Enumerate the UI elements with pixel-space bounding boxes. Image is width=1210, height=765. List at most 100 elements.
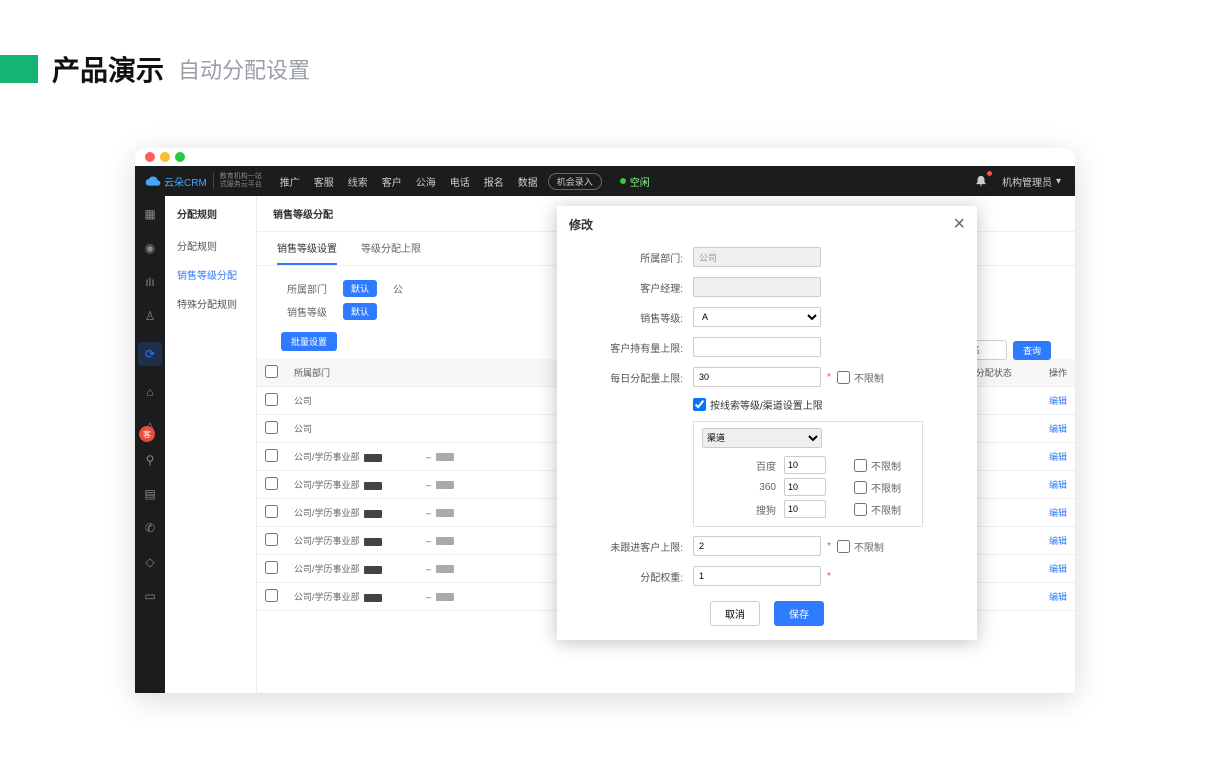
filter-dept-default-chip[interactable]: 默认 — [343, 280, 377, 297]
manager-input — [693, 277, 821, 297]
weight-input[interactable] — [693, 566, 821, 586]
filter-level-default-chip[interactable]: 默认 — [343, 303, 377, 320]
dashboard-icon[interactable]: ▦ — [142, 206, 158, 222]
edit-link[interactable]: 编辑 — [1049, 452, 1067, 462]
nav-item[interactable]: 公海 — [416, 174, 436, 189]
channel-row: 搜狗不限制 — [702, 498, 914, 520]
channel-box: 渠道 百度不限制360不限制搜狗不限制 — [693, 421, 923, 527]
daily-unlimited-checkbox[interactable]: 不限制 — [837, 370, 884, 385]
notification-badge[interactable]: 客 — [139, 426, 155, 442]
row-checkbox[interactable] — [265, 589, 278, 602]
unfollow-unlimited-checkbox[interactable]: 不限制 — [837, 539, 884, 554]
modal-header: 修改 × — [557, 206, 977, 242]
row-checkbox[interactable] — [265, 505, 278, 518]
nav-item[interactable]: 客户 — [382, 174, 402, 189]
search-button[interactable]: 查询 — [1013, 341, 1051, 360]
stats-icon[interactable]: ılı — [142, 274, 158, 290]
phone-icon[interactable]: ✆ — [142, 520, 158, 536]
daily-input[interactable] — [693, 367, 821, 387]
weight-label: 分配权重: — [575, 569, 683, 584]
level-label: 销售等级: — [575, 310, 683, 325]
logo-text: 云朵CRM — [164, 174, 207, 189]
nav-item[interactable]: 客服 — [314, 174, 334, 189]
save-button[interactable]: 保存 — [774, 601, 824, 626]
bell-icon[interactable] — [974, 173, 988, 190]
edit-link[interactable]: 编辑 — [1049, 536, 1067, 546]
logo[interactable]: 云朵CRM 教育机构一站式服务云平台 — [135, 173, 272, 189]
topnav: 云朵CRM 教育机构一站式服务云平台 推广 客服 线索 客户 公海 电话 报名 … — [135, 166, 1075, 196]
nav-item[interactable]: 线索 — [348, 174, 368, 189]
edit-link[interactable]: 编辑 — [1049, 480, 1067, 490]
tag-icon[interactable]: ◇ — [142, 554, 158, 570]
required-icon: * — [827, 571, 831, 582]
level-select[interactable]: A — [693, 307, 821, 327]
icon-rail: ▦ ◉ ılı ♙ ⟳ ⌂ △ ⚲ ▤ ✆ ◇ ▭ — [135, 196, 165, 693]
user-menu[interactable]: 机构管理员 ▾ — [1002, 174, 1061, 189]
maximize-dot[interactable] — [175, 152, 185, 162]
opportunity-entry-button[interactable]: 机会录入 — [548, 173, 602, 190]
close-dot[interactable] — [145, 152, 155, 162]
close-icon[interactable]: × — [953, 214, 965, 234]
channel-type-select[interactable]: 渠道 — [702, 428, 822, 448]
row-checkbox[interactable] — [265, 421, 278, 434]
cell-dept: 公司/学历事业部 — [286, 471, 418, 499]
channel-unlimited-checkbox[interactable]: 不限制 — [854, 480, 901, 495]
filter-dept-option[interactable]: 公 — [393, 281, 403, 296]
main-panel: 销售等级分配 销售等级设置 等级分配上限 所属部门 默认 公 销售等级 默认 查… — [257, 196, 1075, 693]
rules-icon[interactable]: ⟳ — [138, 342, 162, 366]
edit-link[interactable]: 编辑 — [1049, 396, 1067, 406]
sidebar-item-active[interactable]: 销售等级分配 — [165, 260, 256, 289]
by-channel-checkbox[interactable]: 按线索等级/渠道设置上限 — [693, 397, 823, 412]
sidebar-rules: 分配规则 分配规则 销售等级分配 特殊分配规则 客 — [165, 196, 257, 693]
nav-item[interactable]: 电话 — [450, 174, 470, 189]
hold-input[interactable] — [693, 337, 821, 357]
channel-unlimited-checkbox[interactable]: 不限制 — [854, 502, 901, 517]
sidebar-item[interactable]: 分配规则 — [165, 231, 256, 260]
cell-dept: 公司 — [286, 387, 418, 415]
shield-icon[interactable]: ◉ — [142, 240, 158, 256]
tab-level-limit[interactable]: 等级分配上限 — [361, 232, 421, 265]
row-checkbox[interactable] — [265, 533, 278, 546]
minimize-dot[interactable] — [160, 152, 170, 162]
slide-header: 产品演示 自动分配设置 — [0, 45, 1210, 93]
select-all-checkbox[interactable] — [265, 365, 278, 378]
edit-link[interactable]: 编辑 — [1049, 424, 1067, 434]
doc-icon[interactable]: ▤ — [142, 486, 158, 502]
edit-link[interactable]: 编辑 — [1049, 564, 1067, 574]
nav-item[interactable]: 报名 — [484, 174, 504, 189]
required-icon: * — [827, 541, 831, 552]
user-icon[interactable]: ♙ — [142, 308, 158, 324]
nav-right: 机构管理员 ▾ — [974, 173, 1075, 190]
nav-item[interactable]: 推广 — [280, 174, 300, 189]
house-icon[interactable]: ⌂ — [142, 384, 158, 400]
edit-link[interactable]: 编辑 — [1049, 592, 1067, 602]
row-checkbox[interactable] — [265, 393, 278, 406]
row-checkbox[interactable] — [265, 561, 278, 574]
sidebar-item[interactable]: 特殊分配规则 — [165, 289, 256, 318]
nav-item[interactable]: 数据 — [518, 174, 538, 189]
filter-dept-label: 所属部门 — [287, 281, 327, 296]
unfollow-input[interactable] — [693, 536, 821, 556]
unfollow-label: 未跟进客户上限: — [575, 539, 683, 554]
accent-block — [0, 55, 38, 83]
edit-modal: 修改 × 所属部门: 客户经理: 销售等级: A 客户持有量上限: 每日分配量上… — [557, 206, 977, 640]
row-checkbox[interactable] — [265, 449, 278, 462]
row-checkbox[interactable] — [265, 477, 278, 490]
channel-value-input[interactable] — [784, 500, 826, 518]
channel-value-input[interactable] — [784, 456, 826, 474]
slide-subtitle: 自动分配设置 — [178, 53, 310, 85]
edit-link[interactable]: 编辑 — [1049, 508, 1067, 518]
channel-value-input[interactable] — [784, 478, 826, 496]
tab-level-setting[interactable]: 销售等级设置 — [277, 232, 337, 265]
card-icon[interactable]: ▭ — [142, 588, 158, 604]
channel-unlimited-checkbox[interactable]: 不限制 — [854, 458, 901, 473]
cancel-button[interactable]: 取消 — [710, 601, 760, 626]
nav-items: 推广 客服 线索 客户 公海 电话 报名 数据 — [280, 174, 538, 189]
cell-dept: 公司/学历事业部 — [286, 527, 418, 555]
batch-settings-button[interactable]: 批量设置 — [281, 332, 337, 351]
col-dept: 所属部门 — [286, 359, 418, 387]
person-icon[interactable]: ⚲ — [142, 452, 158, 468]
status-indicator: 空闲 — [620, 174, 650, 189]
chevron-down-icon: ▾ — [1056, 176, 1061, 187]
logo-tagline: 教育机构一站式服务云平台 — [213, 173, 262, 188]
